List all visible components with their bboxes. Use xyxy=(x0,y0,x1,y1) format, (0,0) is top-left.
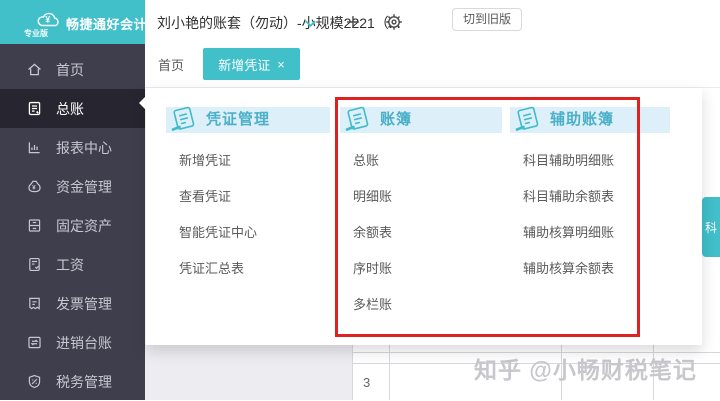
tabbar: 首页 新增凭证 × xyxy=(145,45,720,88)
menu-group-items: 总账 明细账 余额表 序时账 多栏账 xyxy=(340,143,502,323)
sidebar-item-invoices[interactable]: 发票管理 xyxy=(0,284,145,323)
report-chart-icon xyxy=(26,139,43,156)
switch-to-old-version-button[interactable]: 切到旧版 xyxy=(452,8,523,31)
menu-group-items: 科目辅助明细账 科目辅助余额表 辅助核算明细账 辅助核算余额表 xyxy=(510,143,670,287)
invoice-icon xyxy=(26,295,43,312)
sidebar-item-tax[interactable]: 税务管理 xyxy=(0,362,145,401)
sidebar-item-label: 发票管理 xyxy=(56,295,112,312)
menu-item-aux-accounting-detail[interactable]: 辅助核算明细账 xyxy=(510,215,670,251)
menu-column-auxiliary-books: 辅助账簿 科目辅助明细账 科目辅助余额表 辅助核算明细账 辅助核算余额表 xyxy=(510,88,670,345)
gear-icon[interactable] xyxy=(384,12,404,32)
svg-text:¥: ¥ xyxy=(32,184,36,191)
menu-item-new-voucher[interactable]: 新增凭证 xyxy=(166,143,330,179)
menu-group-header: 凭证管理 xyxy=(166,106,330,133)
menu-item-subject-aux-detail[interactable]: 科目辅助明细账 xyxy=(510,143,670,179)
menu-group-header: 账簿 xyxy=(340,106,502,133)
right-panel-fragment: 科 xyxy=(702,88,720,344)
ledger-mega-menu: 凭证管理 新增凭证 查看凭证 智能凭证中心 凭证汇总表 账簿 总账 明细账 余额… xyxy=(139,88,702,345)
sidebar-item-label: 进销台账 xyxy=(56,334,112,351)
menu-item-aux-accounting-balance[interactable]: 辅助核算余额表 xyxy=(510,251,670,287)
menu-item-general-ledger[interactable]: 总账 xyxy=(340,143,502,179)
sidebar-item-label: 总账 xyxy=(56,100,84,117)
menu-column-account-books: 账簿 总账 明细账 余额表 序时账 多栏账 xyxy=(340,88,502,345)
menu-group-items: 新增凭证 查看凭证 智能凭证中心 凭证汇总表 xyxy=(166,143,330,287)
sidebar-item-label: 报表中心 xyxy=(56,139,112,156)
menu-group-title: 账簿 xyxy=(380,111,413,128)
sidebar: ¥ 畅捷通好会计 专业版 首页 总账 报表中心 ¥ 资金管理 固定资产 工资 发… xyxy=(0,0,148,401)
menu-item-balance-sheet[interactable]: 余额表 xyxy=(340,215,502,251)
tab-label: 新增凭证 xyxy=(218,57,271,73)
sidebar-item-fixed-assets[interactable]: 固定资产 xyxy=(0,206,145,245)
menu-item-smart-voucher-center[interactable]: 智能凭证中心 xyxy=(166,215,330,251)
chevron-down-icon[interactable] xyxy=(303,16,318,31)
money-bag-icon: ¥ xyxy=(26,178,43,195)
home-icon xyxy=(26,61,43,78)
subject-side-button[interactable]: 科 xyxy=(702,197,720,257)
sidebar-item-label: 工资 xyxy=(56,256,84,273)
menu-group-title: 辅助账簿 xyxy=(550,111,615,128)
menu-item-view-vouchers[interactable]: 查看凭证 xyxy=(166,179,330,215)
menu-item-journal[interactable]: 序时账 xyxy=(340,251,502,287)
sidebar-item-label: 固定资产 xyxy=(56,217,112,234)
close-icon[interactable]: × xyxy=(277,58,285,71)
notebook-pen-icon xyxy=(166,102,200,136)
sidebar-item-reports[interactable]: 报表中心 xyxy=(0,128,145,167)
salary-icon xyxy=(26,256,43,273)
sidebar-item-label: 首页 xyxy=(56,61,84,78)
sidebar-item-label: 税务管理 xyxy=(56,373,112,390)
app-title: 畅捷通好会计 xyxy=(66,17,148,32)
sidebar-menu: 首页 总账 报表中心 ¥ 资金管理 固定资产 工资 发票管理 进销台账 税务管理 xyxy=(0,44,145,401)
menu-group-title: 凭证管理 xyxy=(206,111,271,128)
account-selector[interactable]: 刘小艳的账套（勿动）-小规模2221（... xyxy=(157,13,400,33)
sidebar-item-funds[interactable]: ¥ 资金管理 xyxy=(0,167,145,206)
plus-icon[interactable] xyxy=(344,13,362,31)
tab-new-voucher[interactable]: 新增凭证 × xyxy=(203,48,300,80)
notebook-pen-icon xyxy=(510,102,544,136)
menu-item-voucher-summary[interactable]: 凭证汇总表 xyxy=(166,251,330,287)
watermark-text: 知乎 @小畅财税笔记 xyxy=(474,357,697,383)
app-edition: 专业版 xyxy=(24,29,48,38)
tab-home[interactable]: 首页 xyxy=(158,45,184,87)
sidebar-item-trade-ledger[interactable]: 进销台账 xyxy=(0,323,145,362)
menu-group-header: 辅助账簿 xyxy=(510,106,670,133)
trade-ledger-icon xyxy=(26,334,43,351)
sidebar-item-salary[interactable]: 工资 xyxy=(0,245,145,284)
notebook-pen-icon xyxy=(340,102,374,136)
menu-item-subject-aux-balance[interactable]: 科目辅助余额表 xyxy=(510,179,670,215)
topbar: 刘小艳的账套（勿动）-小规模2221（... 切到旧版 xyxy=(145,0,720,45)
table-row-number: 3 xyxy=(363,375,371,390)
cloud-yen-icon: ¥ xyxy=(35,8,63,30)
sidebar-item-home[interactable]: 首页 xyxy=(0,50,145,89)
app-logo: ¥ 畅捷通好会计 专业版 xyxy=(0,0,148,44)
svg-text:¥: ¥ xyxy=(45,15,50,25)
sidebar-item-label: 资金管理 xyxy=(56,178,112,195)
tax-icon xyxy=(26,373,43,390)
menu-item-detail-ledger[interactable]: 明细账 xyxy=(340,179,502,215)
sidebar-item-general-ledger[interactable]: 总账 xyxy=(0,89,145,128)
menu-item-multi-column-ledger[interactable]: 多栏账 xyxy=(340,287,502,323)
menu-pointer-arrow xyxy=(139,96,146,110)
ledger-icon xyxy=(26,100,43,117)
menu-column-vouchers: 凭证管理 新增凭证 查看凭证 智能凭证中心 凭证汇总表 xyxy=(166,88,330,345)
fixed-asset-icon xyxy=(26,217,43,234)
